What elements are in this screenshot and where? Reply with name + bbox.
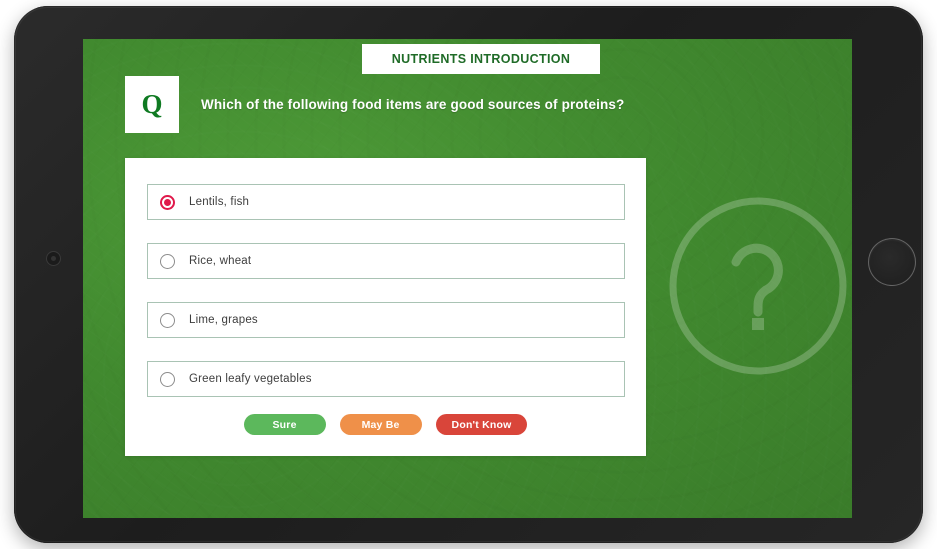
option-row-2[interactable]: Rice, wheat: [147, 243, 625, 279]
tablet-device-frame: NUTRIENTS INTRODUCTION Q Which of the fo…: [14, 6, 923, 543]
question-row: Q Which of the following food items are …: [125, 75, 815, 133]
radio-button-3[interactable]: [160, 312, 175, 328]
option-label-4: Green leafy vegetables: [189, 373, 312, 385]
option-row-4[interactable]: Green leafy vegetables: [147, 361, 625, 397]
question-text: Which of the following food items are go…: [201, 96, 625, 112]
answer-card: Lentils, fish Rice, wheat Lime, grapes G…: [125, 158, 646, 456]
radio-button-2[interactable]: [160, 253, 175, 269]
page-title: NUTRIENTS INTRODUCTION: [391, 52, 571, 66]
tablet-screen: NUTRIENTS INTRODUCTION Q Which of the fo…: [83, 39, 852, 518]
radio-button-4[interactable]: [160, 371, 175, 387]
option-label-3: Lime, grapes: [189, 314, 258, 326]
question-badge-letter: Q: [141, 88, 163, 119]
option-row-1[interactable]: Lentils, fish: [147, 184, 625, 220]
title-banner: NUTRIENTS INTRODUCTION: [362, 44, 600, 74]
options-list: Lentils, fish Rice, wheat Lime, grapes G…: [147, 184, 625, 397]
option-row-3[interactable]: Lime, grapes: [147, 302, 625, 338]
camera-dot-icon: [46, 251, 61, 266]
radio-button-1[interactable]: [160, 194, 175, 210]
action-button-group: Sure May Be Don't Know: [125, 414, 646, 435]
may-be-button[interactable]: May Be: [339, 414, 422, 435]
home-button-icon[interactable]: [868, 238, 916, 286]
option-label-1: Lentils, fish: [189, 196, 250, 208]
option-label-2: Rice, wheat: [189, 255, 252, 267]
question-badge: Q: [125, 75, 179, 133]
sure-button[interactable]: Sure: [243, 414, 326, 435]
dont-know-button[interactable]: Don't Know: [435, 414, 528, 435]
